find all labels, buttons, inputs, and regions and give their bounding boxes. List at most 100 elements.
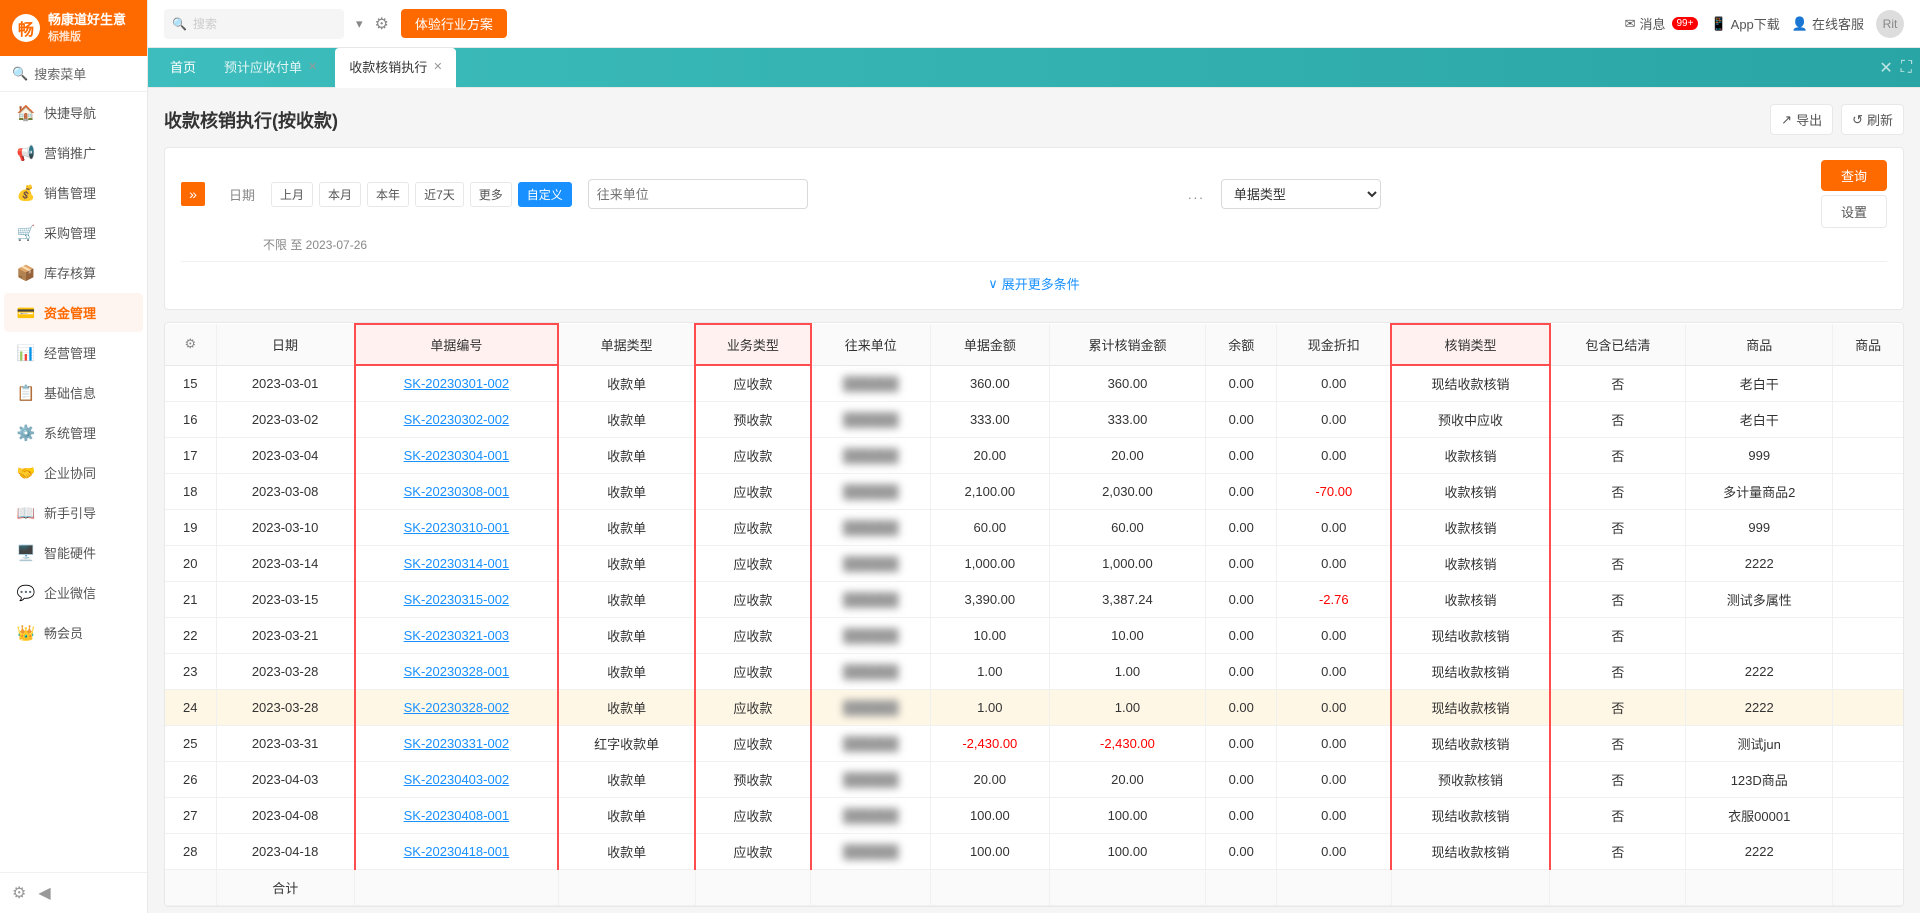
tab-verification-close[interactable]: ✕ xyxy=(433,60,442,73)
filter-panel: » 日期 上月 本月 本年 近7天 更多 自定义 ... 单据类型 xyxy=(164,147,1904,310)
td-balance: 0.00 xyxy=(1206,510,1277,546)
sidebar-item-inventory[interactable]: 📦 库存核算 xyxy=(4,253,143,292)
sidebar-item-system[interactable]: ⚙️ 系统管理 xyxy=(4,413,143,452)
topbar-search-input[interactable]: 🔍 搜索 xyxy=(164,9,344,39)
th-gear[interactable]: ⚙ xyxy=(165,324,216,365)
bill-no-link[interactable]: SK-20230301-002 xyxy=(404,376,510,391)
sidebar-item-sales[interactable]: 💰 销售管理 xyxy=(4,173,143,212)
td-bill-no[interactable]: SK-20230328-002 xyxy=(355,690,559,726)
table-row: 252023-03-31SK-20230331-002红字收款单应收款█████… xyxy=(165,726,1903,762)
td-date: 2023-03-31 xyxy=(216,726,355,762)
td-bill-no[interactable]: SK-20230302-002 xyxy=(355,402,559,438)
sidebar-item-corp[interactable]: 🤝 企业协同 xyxy=(4,453,143,492)
bill-no-link[interactable]: SK-20230328-001 xyxy=(404,664,510,679)
sidebar-item-purchase[interactable]: 🛒 采购管理 xyxy=(4,213,143,252)
tab-fullscreen-btn[interactable]: ⛶ xyxy=(1901,59,1912,77)
th-discount: 现金折扣 xyxy=(1277,324,1392,365)
topbar-gear-icon[interactable]: ⚙ xyxy=(375,14,389,34)
query-btn[interactable]: 查询 xyxy=(1821,160,1887,191)
search-icon: 🔍 xyxy=(12,66,28,82)
tab-receivables[interactable]: 预计应收付单 ✕ xyxy=(210,48,331,88)
td-no: 24 xyxy=(165,690,216,726)
tab-close-all-btn[interactable]: ✕ xyxy=(1879,58,1892,78)
export-icon: ↗ xyxy=(1781,112,1792,128)
date-btn-custom[interactable]: 自定义 xyxy=(518,182,572,207)
date-btn-this-year[interactable]: 本年 xyxy=(367,182,409,207)
filter-settings-btn[interactable]: 设置 xyxy=(1821,195,1887,228)
td-goods2 xyxy=(1833,618,1903,654)
td-bill-no[interactable]: SK-20230331-002 xyxy=(355,726,559,762)
td-bill-no[interactable]: SK-20230308-001 xyxy=(355,474,559,510)
td-biz-type: 应收款 xyxy=(695,654,810,690)
sidebar-item-hardware[interactable]: 🖥️ 智能硬件 xyxy=(4,533,143,572)
industry-solution-btn[interactable]: 体验行业方案 xyxy=(401,9,507,38)
date-btn-this-month[interactable]: 本月 xyxy=(319,182,361,207)
expand-more-btn[interactable]: ∨ 展开更多条件 xyxy=(181,270,1887,297)
sidebar-item-guide[interactable]: 📖 新手引导 xyxy=(4,493,143,532)
bill-no-link[interactable]: SK-20230403-002 xyxy=(404,772,510,787)
basic-icon: 📋 xyxy=(16,384,36,402)
td-bill-no[interactable]: SK-20230418-001 xyxy=(355,834,559,870)
bill-no-link[interactable]: SK-20230315-002 xyxy=(404,592,510,607)
tab-receivables-close[interactable]: ✕ xyxy=(308,60,317,73)
bill-no-link[interactable]: SK-20230304-001 xyxy=(404,448,510,463)
table-row: 262023-04-03SK-20230403-002收款单预收款██████2… xyxy=(165,762,1903,798)
bill-no-link[interactable]: SK-20230408-001 xyxy=(404,808,510,823)
td-balance: 0.00 xyxy=(1206,402,1277,438)
bill-type-select[interactable]: 单据类型 xyxy=(1221,179,1381,209)
bill-no-link[interactable]: SK-20230308-001 xyxy=(404,484,510,499)
td-bill-no[interactable]: SK-20230304-001 xyxy=(355,438,559,474)
sidebar-item-finance[interactable]: 💳 资金管理 xyxy=(4,293,143,332)
bill-no-link[interactable]: SK-20230331-002 xyxy=(404,736,510,751)
td-no: 28 xyxy=(165,834,216,870)
date-btn-last-month[interactable]: 上月 xyxy=(271,182,313,207)
bill-no-link[interactable]: SK-20230302-002 xyxy=(404,412,510,427)
sidebar-gear-icon[interactable]: ⚙ xyxy=(12,883,26,903)
tab-verification[interactable]: 收款核销执行 ✕ xyxy=(335,48,456,88)
sidebar-search[interactable]: 🔍 搜索菜单 xyxy=(0,56,147,92)
sidebar-item-member[interactable]: 👑 畅会员 xyxy=(4,613,143,652)
message-btn[interactable]: ✉ 消息 99+ xyxy=(1625,14,1699,33)
td-discount: -70.00 xyxy=(1277,474,1392,510)
td-biz-type: 应收款 xyxy=(695,438,810,474)
bill-no-link[interactable]: SK-20230310-001 xyxy=(404,520,510,535)
date-btn-more[interactable]: 更多 xyxy=(470,182,512,207)
app-download-btn[interactable]: 📱 App下载 xyxy=(1710,14,1779,33)
td-balance: 0.00 xyxy=(1206,582,1277,618)
sidebar-collapse-icon[interactable]: ◀ xyxy=(38,883,50,903)
td-verify-type: 现结收款核销 xyxy=(1391,834,1549,870)
td-bill-no[interactable]: SK-20230408-001 xyxy=(355,798,559,834)
date-btn-7days[interactable]: 近7天 xyxy=(415,182,464,207)
tabbar-actions: ✕ ⛶ xyxy=(1879,58,1912,78)
refresh-btn[interactable]: ↺ 刷新 xyxy=(1841,104,1904,135)
online-service-btn[interactable]: 👤 在线客服 xyxy=(1792,14,1864,33)
bill-no-link[interactable]: SK-20230328-002 xyxy=(404,700,510,715)
partner-input[interactable] xyxy=(588,179,808,209)
td-included: 否 xyxy=(1550,762,1686,798)
tab-home[interactable]: 首页 xyxy=(156,48,210,88)
expand-arrow-btn[interactable]: » xyxy=(181,182,205,206)
td-amount: 1,000.00 xyxy=(931,546,1050,582)
sidebar-item-wechat[interactable]: 💬 企业微信 xyxy=(4,573,143,612)
sidebar-item-quicknav[interactable]: 🏠 快捷导航 xyxy=(4,93,143,132)
td-bill-no[interactable]: SK-20230314-001 xyxy=(355,546,559,582)
sidebar-item-marketing[interactable]: 📢 营销推广 xyxy=(4,133,143,172)
sidebar-item-operations[interactable]: 📊 经营管理 xyxy=(4,333,143,372)
td-biz-type: 应收款 xyxy=(695,582,810,618)
bill-no-link[interactable]: SK-20230314-001 xyxy=(404,556,510,571)
sidebar-logo: 畅 畅康道好生意 标推版 xyxy=(0,0,147,56)
td-bill-no[interactable]: SK-20230321-003 xyxy=(355,618,559,654)
sidebar-item-basic[interactable]: 📋 基础信息 xyxy=(4,373,143,412)
td-bill-no[interactable]: SK-20230403-002 xyxy=(355,762,559,798)
date-range-display: 不限 至 2023-07-26 xyxy=(263,236,367,253)
export-btn[interactable]: ↗ 导出 xyxy=(1770,104,1833,135)
bill-no-link[interactable]: SK-20230418-001 xyxy=(404,844,510,859)
bill-no-link[interactable]: SK-20230321-003 xyxy=(404,628,510,643)
td-bill-no[interactable]: SK-20230328-001 xyxy=(355,654,559,690)
topbar-dropdown-btn[interactable]: ▾ xyxy=(356,16,363,32)
td-bill-no[interactable]: SK-20230315-002 xyxy=(355,582,559,618)
td-discount: 0.00 xyxy=(1277,726,1392,762)
td-bill-no[interactable]: SK-20230301-002 xyxy=(355,365,559,402)
td-bill-no[interactable]: SK-20230310-001 xyxy=(355,510,559,546)
avatar[interactable]: Rit xyxy=(1876,10,1904,38)
